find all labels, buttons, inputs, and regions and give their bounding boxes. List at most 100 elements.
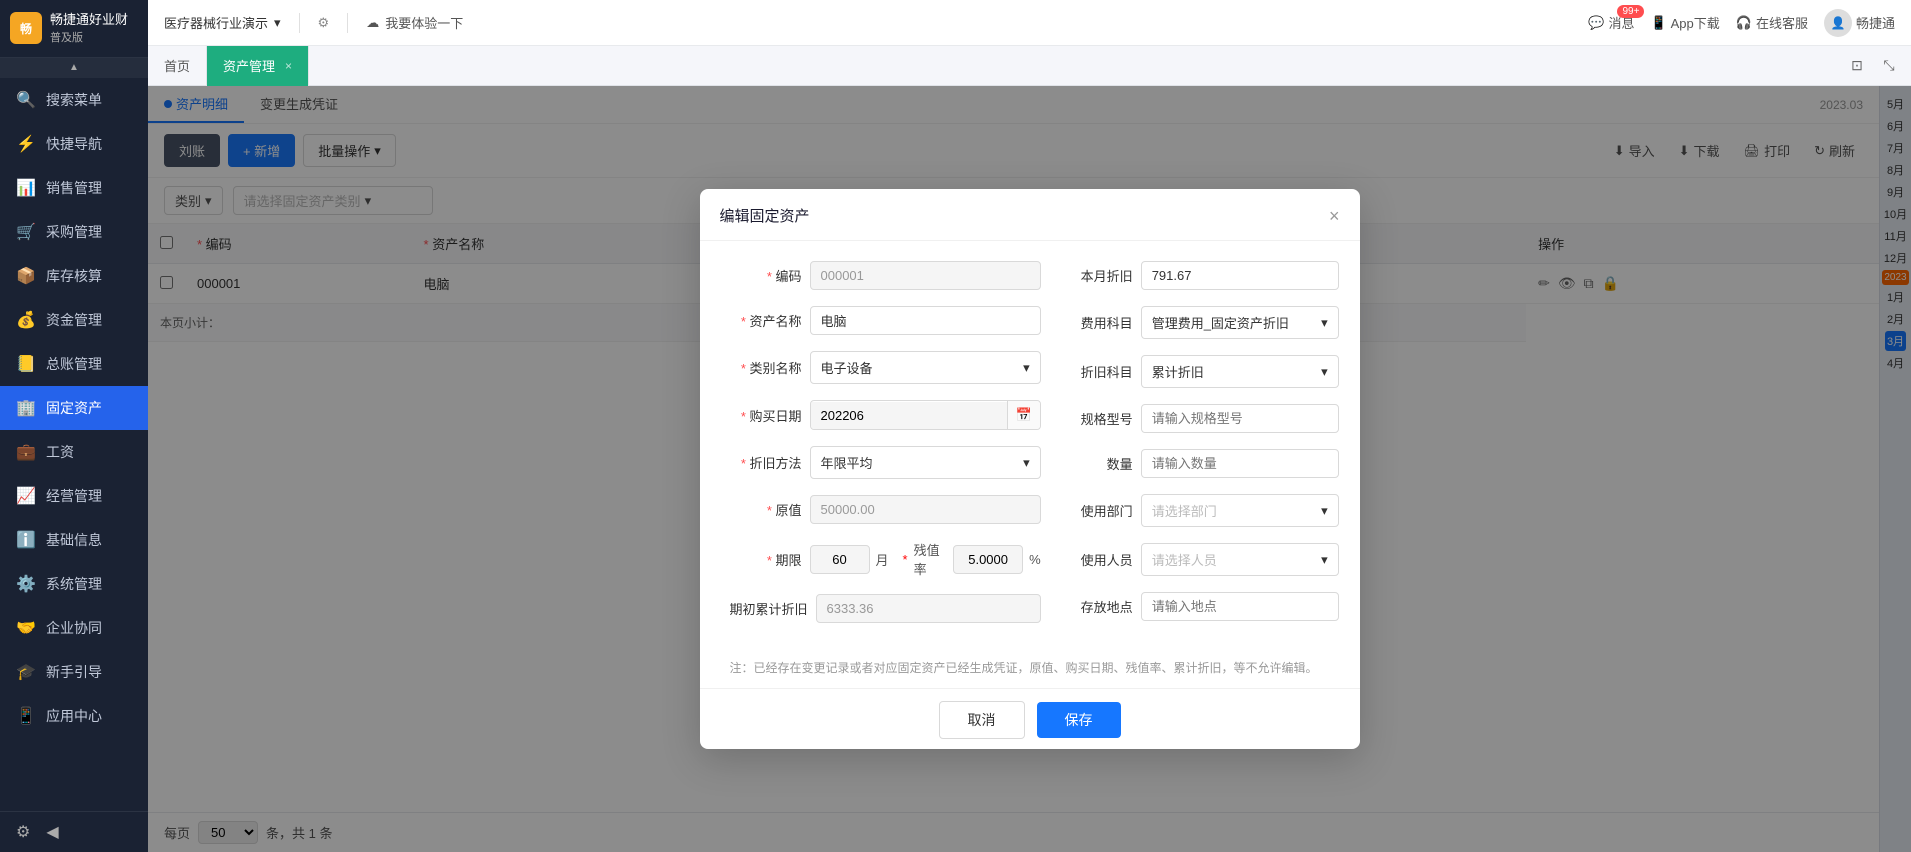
logo-text: 畅捷通好业财 普及版	[50, 12, 128, 45]
form-row-expense-subject: 费用科目 管理费用_固定资产折旧 ▾	[1061, 306, 1339, 339]
name-label: 资产名称	[730, 311, 802, 330]
original-value-label: 原值	[730, 500, 802, 519]
department-placeholder: 请选择部门	[1152, 501, 1217, 520]
quantity-input[interactable]	[1141, 449, 1339, 478]
sidebar-scroll-up[interactable]: ▲	[0, 58, 148, 78]
message-btn[interactable]: 💬 消息 99+	[1588, 13, 1634, 32]
sidebar-item-system[interactable]: ⚙️ 系统管理	[0, 562, 148, 606]
user-person-select[interactable]: 请选择人员 ▾	[1141, 543, 1339, 576]
dep-method-select[interactable]: 年限平均 ▾	[810, 446, 1041, 479]
form-row-original-value: 原值	[730, 495, 1041, 524]
sidebar-item-wage[interactable]: 💼 工资	[0, 430, 148, 474]
sidebar-item-corp[interactable]: 🤝 企业协同	[0, 606, 148, 650]
tab-close-icon[interactable]: ×	[285, 59, 292, 73]
sidebar-item-search[interactable]: 🔍 搜索菜单	[0, 78, 148, 122]
sidebar-item-quicknav[interactable]: ⚡ 快捷导航	[0, 122, 148, 166]
modal-close-icon[interactable]: ×	[1329, 207, 1340, 225]
topbar-right: 💬 消息 99+ 📱 App下载 🎧 在线客服 👤 畅捷通	[1588, 9, 1895, 37]
capital-icon: 💰	[16, 310, 36, 330]
sidebar-item-ledger[interactable]: 📒 总账管理	[0, 342, 148, 386]
save-button[interactable]: 保存	[1037, 702, 1121, 738]
service-btn[interactable]: 🎧 在线客服	[1736, 13, 1808, 32]
dep-method-value: 年限平均	[821, 453, 873, 472]
topbar-divider2	[347, 13, 348, 33]
cancel-button[interactable]: 取消	[939, 701, 1025, 739]
name-input[interactable]	[810, 306, 1041, 335]
spec-model-input[interactable]	[1141, 404, 1339, 433]
message-badge: 99+	[1617, 5, 1644, 18]
tab-home[interactable]: 首页	[148, 46, 207, 86]
calendar-icon[interactable]: 📅	[1007, 401, 1040, 429]
original-value-input[interactable]	[810, 495, 1041, 524]
project-name: 医疗器械行业演示	[164, 13, 268, 32]
form-row-user-person: 使用人员 请选择人员 ▾	[1061, 543, 1339, 576]
spec-model-label: 规格型号	[1061, 409, 1133, 428]
code-input[interactable]	[810, 261, 1041, 290]
modal-title: 编辑固定资产	[720, 205, 810, 226]
period-input[interactable]	[810, 545, 870, 574]
avatar: 👤	[1824, 9, 1852, 37]
form-row-location: 存放地点	[1061, 592, 1339, 621]
form-row-dep-method: 折旧方法 年限平均 ▾	[730, 446, 1041, 479]
form-row-monthly-dep: 本月折旧	[1061, 261, 1339, 290]
location-input[interactable]	[1141, 592, 1339, 621]
expense-subject-select[interactable]: 管理费用_固定资产折旧 ▾	[1141, 306, 1339, 339]
residual-rate-input[interactable]	[953, 545, 1023, 574]
collapse-sidebar-icon[interactable]: ◀	[46, 822, 58, 842]
dep-subject-select[interactable]: 累计折旧 ▾	[1141, 355, 1339, 388]
tab-restore-icon[interactable]: ⊡	[1843, 52, 1871, 80]
tabbar-actions: ⊡ ⤡	[1843, 52, 1911, 80]
form-row-code: 编码	[730, 261, 1041, 290]
monthly-dep-input[interactable]	[1141, 261, 1339, 290]
app-center-icon: 📱	[16, 706, 36, 726]
basic-info-icon: ℹ️	[16, 530, 36, 550]
sidebar-item-purchase[interactable]: 🛒 采购管理	[0, 210, 148, 254]
tab-asset-mgmt[interactable]: 资产管理 ×	[207, 46, 309, 86]
user-person-dropdown-icon: ▾	[1321, 552, 1328, 568]
sidebar-logo: 畅 畅捷通好业财 普及版	[0, 0, 148, 58]
location-label: 存放地点	[1061, 597, 1133, 616]
sidebar-item-inventory[interactable]: 📦 库存核算	[0, 254, 148, 298]
app-download-icon: 📱	[1650, 15, 1666, 31]
expense-subject-label: 费用科目	[1061, 313, 1133, 332]
sidebar-item-capital[interactable]: 💰 资金管理	[0, 298, 148, 342]
user-person-placeholder: 请选择人员	[1152, 550, 1217, 569]
user-avatar-btn[interactable]: 👤 畅捷通	[1824, 9, 1895, 37]
category-select[interactable]: 电子设备 ▾	[810, 351, 1041, 384]
code-label: 编码	[730, 266, 802, 285]
experience-btn[interactable]: ☁ 我要体验一下	[366, 13, 463, 32]
form-row-init-dep: 期初累计折旧	[730, 594, 1041, 623]
form-row-category: 类别名称 电子设备 ▾	[730, 351, 1041, 384]
sidebar-item-operation[interactable]: 📈 经营管理	[0, 474, 148, 518]
dep-method-label: 折旧方法	[730, 453, 802, 472]
sales-icon: 📊	[16, 178, 36, 198]
modal-left-col: 编码 资产名称 类别名称 电子设备	[720, 261, 1051, 639]
user-person-label: 使用人员	[1061, 550, 1133, 569]
monthly-dep-label: 本月折旧	[1061, 266, 1133, 285]
tab-asset-mgmt-label: 资产管理	[223, 56, 275, 75]
system-icon: ⚙️	[16, 574, 36, 594]
sidebar-item-sales[interactable]: 📊 销售管理	[0, 166, 148, 210]
department-dropdown-icon: ▾	[1321, 503, 1328, 519]
department-select[interactable]: 请选择部门 ▾	[1141, 494, 1339, 527]
sidebar-bottom: ⚙ ◀	[0, 811, 148, 852]
sidebar-item-basic-info[interactable]: ℹ️ 基础信息	[0, 518, 148, 562]
tabbar: 首页 资产管理 × ⊡ ⤡	[148, 46, 1911, 86]
app-download-btn[interactable]: 📱 App下载	[1650, 13, 1719, 32]
settings-btn[interactable]: ⚙	[318, 15, 330, 31]
project-selector[interactable]: 医疗器械行业演示 ▾	[164, 13, 281, 32]
sidebar-item-fixed-assets[interactable]: 🏢 固定资产	[0, 386, 148, 430]
buy-date-input[interactable]	[811, 402, 1007, 429]
dep-subject-value: 累计折旧	[1152, 362, 1204, 381]
period-label: 期限	[730, 550, 802, 569]
init-dep-input[interactable]	[816, 594, 1041, 623]
modal-right-col: 本月折旧 费用科目 管理费用_固定资产折旧 ▾	[1051, 261, 1349, 639]
sidebar-item-app-center[interactable]: 📱 应用中心	[0, 694, 148, 738]
settings-icon[interactable]: ⚙	[16, 822, 30, 842]
tab-expand-icon[interactable]: ⤡	[1875, 52, 1903, 80]
sidebar-item-guide[interactable]: 🎓 新手引导	[0, 650, 148, 694]
department-label: 使用部门	[1061, 501, 1133, 520]
ledger-icon: 📒	[16, 354, 36, 374]
buy-date-input-group: 📅	[810, 400, 1041, 430]
project-dropdown-icon: ▾	[274, 15, 281, 31]
